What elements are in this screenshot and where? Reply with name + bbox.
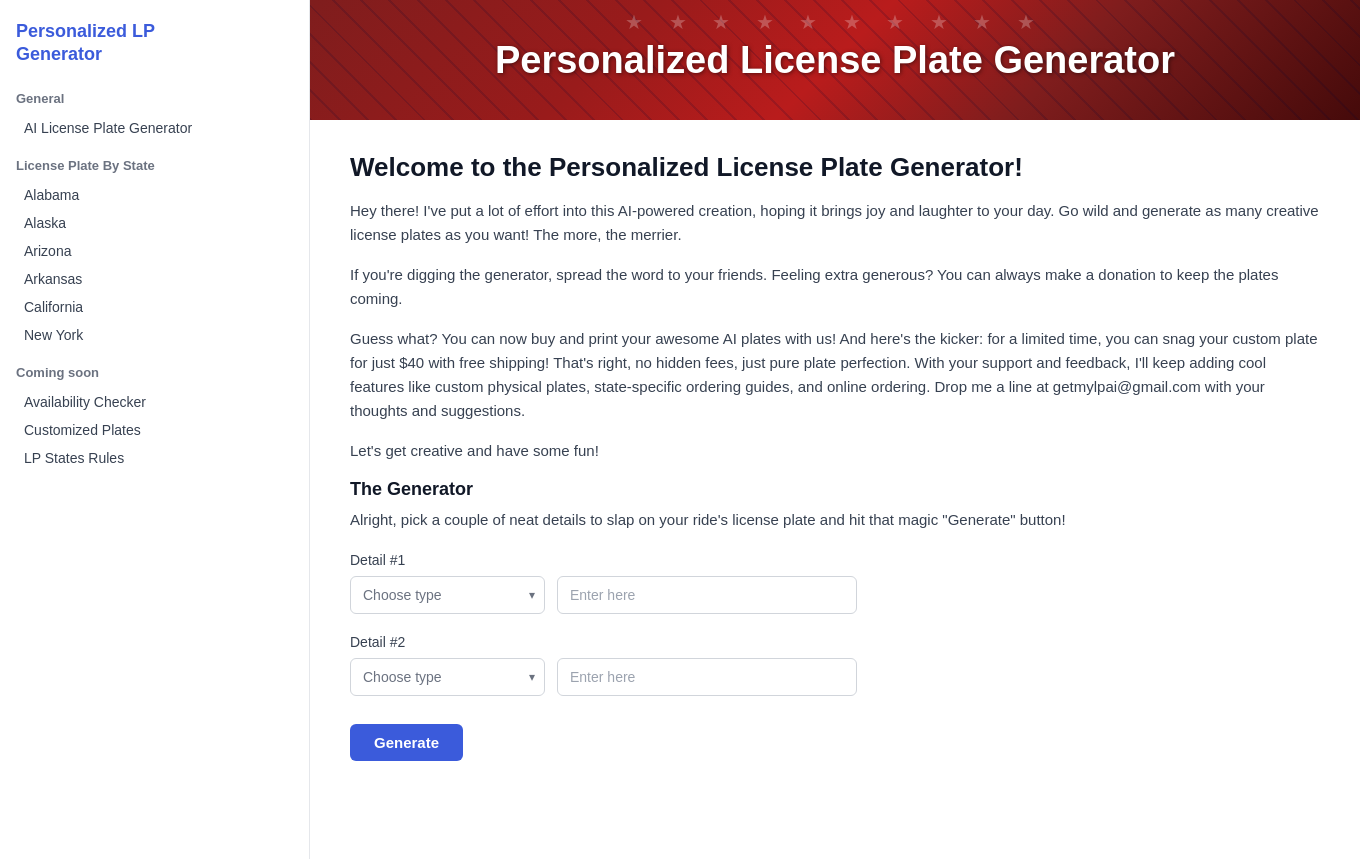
content-area: Welcome to the Personalized License Plat… <box>310 120 1360 793</box>
sidebar-item-availability-checker[interactable]: Availability Checker <box>16 388 293 416</box>
sidebar-item-arizona[interactable]: Arizona <box>16 237 293 265</box>
sidebar-item-alabama[interactable]: Alabama <box>16 181 293 209</box>
sidebar-item-alaska[interactable]: Alaska <box>16 209 293 237</box>
hero-title: Personalized License Plate Generator <box>495 39 1175 82</box>
sidebar-item-california[interactable]: California <box>16 293 293 321</box>
coming-soon-label: Coming soon <box>16 365 293 380</box>
detail1-select-wrapper: Choose type Name Word Phrase Number ▾ <box>350 576 545 614</box>
paragraph-2: If you're digging the generator, spread … <box>350 263 1320 311</box>
detail2-type-select[interactable]: Choose type Name Word Phrase Number <box>350 658 545 696</box>
welcome-heading: Welcome to the Personalized License Plat… <box>350 152 1320 183</box>
logo-line1: Personalized LP <box>16 21 155 41</box>
detail1-label: Detail #1 <box>350 552 1320 568</box>
paragraph-3: Guess what? You can now buy and print yo… <box>350 327 1320 423</box>
sidebar: Personalized LP Generator General AI Lic… <box>0 0 310 859</box>
hero-banner: Personalized License Plate Generator <box>310 0 1360 120</box>
detail1-type-select[interactable]: Choose type Name Word Phrase Number <box>350 576 545 614</box>
detail2-text-input[interactable] <box>557 658 857 696</box>
detail2-row: Choose type Name Word Phrase Number ▾ <box>350 658 1320 696</box>
sidebar-item-new-york[interactable]: New York <box>16 321 293 349</box>
detail2-select-wrapper: Choose type Name Word Phrase Number ▾ <box>350 658 545 696</box>
detail1-row: Choose type Name Word Phrase Number ▾ <box>350 576 1320 614</box>
license-plate-by-state-label: License Plate By State <box>16 158 293 173</box>
logo-line2: Generator <box>16 44 102 64</box>
paragraph-4: Let's get creative and have some fun! <box>350 439 1320 463</box>
main-content: Personalized License Plate Generator Wel… <box>310 0 1360 859</box>
sidebar-item-lp-states-rules[interactable]: LP States Rules <box>16 444 293 472</box>
generator-heading: The Generator <box>350 479 1320 500</box>
sidebar-item-arkansas[interactable]: Arkansas <box>16 265 293 293</box>
general-section-label: General <box>16 91 293 106</box>
sidebar-item-customized-plates[interactable]: Customized Plates <box>16 416 293 444</box>
detail1-text-input[interactable] <box>557 576 857 614</box>
sidebar-item-ai-license-plate-generator[interactable]: AI License Plate Generator <box>16 114 293 142</box>
generate-button[interactable]: Generate <box>350 724 463 761</box>
sidebar-logo[interactable]: Personalized LP Generator <box>16 20 293 67</box>
paragraph-1: Hey there! I've put a lot of effort into… <box>350 199 1320 247</box>
generator-intro: Alright, pick a couple of neat details t… <box>350 508 1320 532</box>
detail2-label: Detail #2 <box>350 634 1320 650</box>
